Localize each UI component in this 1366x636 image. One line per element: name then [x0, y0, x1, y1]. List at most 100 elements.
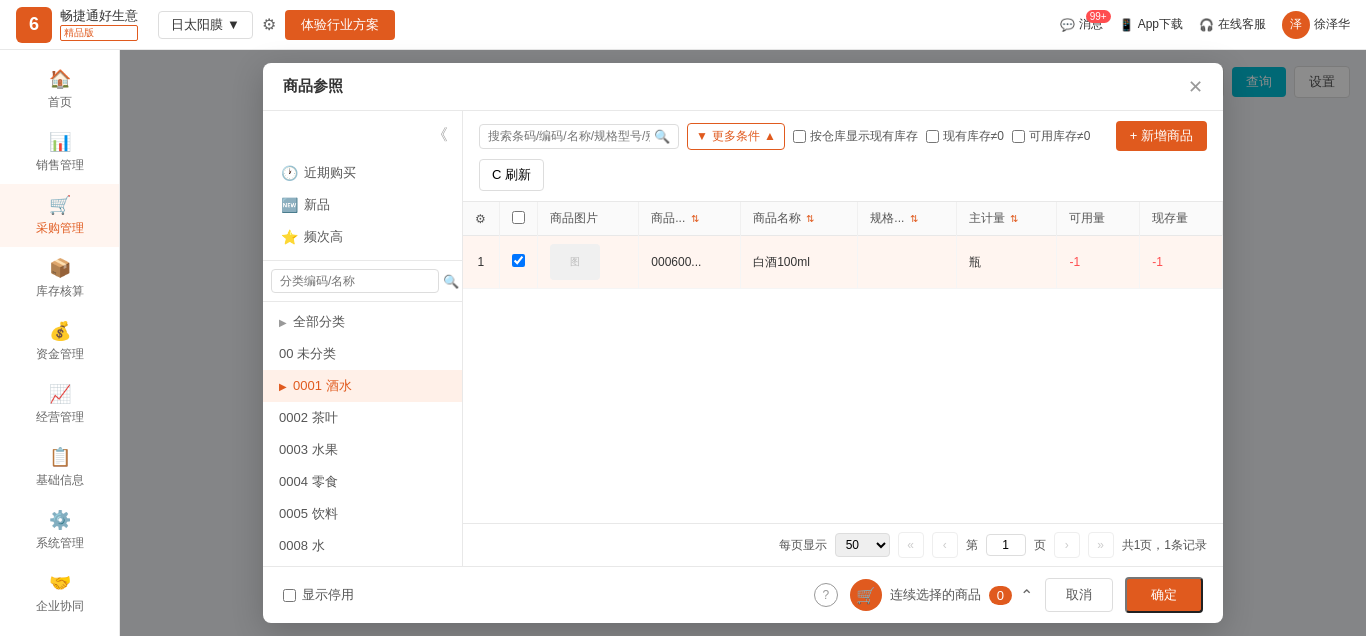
- refresh-button[interactable]: C 刷新: [479, 159, 544, 191]
- cart-label: 连续选择的商品: [890, 586, 981, 604]
- filter-bar: 🔍 ▼ 更多条件 ▲ 按仓库显示现有库存: [463, 111, 1223, 202]
- cell-img: 图: [537, 236, 639, 289]
- show-disabled-checkbox[interactable]: 显示停用: [283, 586, 354, 604]
- cell-code: 000600...: [639, 236, 741, 289]
- sidebar-item-cooperation[interactable]: 🤝 企业协同: [0, 562, 119, 625]
- add-product-button[interactable]: + 新增商品: [1116, 121, 1207, 151]
- table-row[interactable]: 1 图 000600... 白酒100ml 瓶 -1 -1: [463, 236, 1223, 289]
- collapse-left-panel-button[interactable]: 《: [426, 119, 454, 152]
- category-0001[interactable]: ▶ 0001 酒水: [263, 370, 462, 402]
- first-page-button[interactable]: «: [898, 532, 924, 558]
- category-0002[interactable]: 0002 茶叶: [263, 402, 462, 434]
- filter-more-label: 更多条件: [712, 128, 760, 145]
- cart-icon[interactable]: 🛒: [850, 579, 882, 611]
- product-image: 图: [550, 244, 600, 280]
- help-icon[interactable]: ?: [814, 583, 838, 607]
- sidebar-item-home[interactable]: 🏠 首页: [0, 58, 119, 121]
- service-item[interactable]: 🎧 在线客服: [1199, 16, 1266, 33]
- category-label: 0004 零食: [279, 473, 338, 491]
- th-checkbox: [499, 202, 537, 236]
- category-search-icon[interactable]: 🔍: [443, 274, 459, 289]
- cell-name: 白酒100ml: [741, 236, 858, 289]
- sort-icon: ⇅: [806, 213, 814, 224]
- confirm-button[interactable]: 确定: [1125, 577, 1203, 613]
- cell-check[interactable]: [499, 236, 537, 289]
- sidebar-item-inventory[interactable]: 📦 库存核算: [0, 247, 119, 310]
- last-page-button[interactable]: »: [1088, 532, 1114, 558]
- sidebar: 🏠 首页 📊 销售管理 🛒 采购管理 📦 库存核算 💰 资金管理 📈 经营管理 …: [0, 50, 120, 636]
- filter-icon: ▼: [696, 129, 708, 143]
- th-product-name[interactable]: 商品名称 ⇅: [741, 202, 858, 236]
- store-selector[interactable]: 日太阳膜 ▼: [158, 11, 253, 39]
- sidebar-item-system[interactable]: ⚙️ 系统管理: [0, 499, 119, 562]
- next-page-button[interactable]: ›: [1054, 532, 1080, 558]
- category-0005[interactable]: 0005 饮料: [263, 498, 462, 530]
- category-0008[interactable]: 0008 水: [263, 530, 462, 562]
- select-all-checkbox[interactable]: [512, 211, 525, 224]
- th-product-code[interactable]: 商品... ⇅: [639, 202, 741, 236]
- collapse-icon[interactable]: ⌃: [1020, 586, 1033, 605]
- quick-tab-recent[interactable]: 🕐 近期购买: [271, 158, 454, 188]
- sidebar-item-business[interactable]: 📈 经营管理: [0, 373, 119, 436]
- page-number-input[interactable]: [986, 534, 1026, 556]
- search-icon[interactable]: 🔍: [654, 129, 670, 144]
- modal-body: 《 🕐 近期购买 🆕 新品 ⭐: [263, 111, 1223, 566]
- category-label: 0005 饮料: [279, 505, 338, 523]
- sidebar-item-sales[interactable]: 📊 销售管理: [0, 121, 119, 184]
- modal-close-button[interactable]: ✕: [1188, 78, 1203, 96]
- message-nav-item[interactable]: 💬 消息 99+: [1060, 16, 1103, 33]
- sidebar-item-label: 基础信息: [36, 472, 84, 489]
- sidebar-item-guide[interactable]: 🌟 新手引导: [0, 625, 119, 636]
- clock-icon: 🕐: [281, 165, 298, 181]
- show-disabled-input[interactable]: [283, 589, 296, 602]
- th-spec[interactable]: 规格... ⇅: [858, 202, 956, 236]
- sidebar-item-finance[interactable]: 💰 资金管理: [0, 310, 119, 373]
- logo-text: 畅捷通好生意: [60, 8, 138, 25]
- product-search-input[interactable]: [488, 129, 650, 143]
- category-label: 全部分类: [293, 313, 345, 331]
- finance-icon: 💰: [49, 320, 71, 342]
- business-icon: 📈: [49, 383, 71, 405]
- th-settings[interactable]: ⚙: [463, 202, 499, 236]
- th-product-img: 商品图片: [537, 202, 639, 236]
- pagination-bar: 每页显示 50 10 20 100 « ‹ 第 页: [463, 523, 1223, 566]
- sales-icon: 📊: [49, 131, 71, 153]
- current-stock-checkbox[interactable]: 现有库存≠0: [926, 128, 1004, 145]
- prev-page-button[interactable]: ‹: [932, 532, 958, 558]
- available-stock-input[interactable]: [1012, 130, 1025, 143]
- sidebar-item-purchase[interactable]: 🛒 采购管理: [0, 184, 119, 247]
- cell-spec: [858, 236, 956, 289]
- sidebar-item-basic[interactable]: 📋 基础信息: [0, 436, 119, 499]
- settings-icon[interactable]: ⚙: [253, 9, 285, 41]
- warehouse-stock-checkbox[interactable]: 按仓库显示现有库存: [793, 128, 918, 145]
- user-item[interactable]: 泽 徐泽华: [1282, 11, 1350, 39]
- category-0003[interactable]: 0003 水果: [263, 434, 462, 466]
- cancel-button[interactable]: 取消: [1045, 578, 1113, 612]
- footer-right: ? 🛒 连续选择的商品 0 ⌃ 取消 确定: [814, 577, 1203, 613]
- trial-button[interactable]: 体验行业方案: [285, 10, 395, 40]
- page-size-select[interactable]: 50 10 20 100: [835, 533, 890, 557]
- service-label: 在线客服: [1218, 16, 1266, 33]
- current-stock-input[interactable]: [926, 130, 939, 143]
- star-icon: ⭐: [281, 229, 298, 245]
- th-unit[interactable]: 主计量 ⇅: [956, 202, 1057, 236]
- category-all[interactable]: ▶ 全部分类: [263, 306, 462, 338]
- category-0004[interactable]: 0004 零食: [263, 466, 462, 498]
- app-download-item[interactable]: 📱 App下载: [1119, 16, 1183, 33]
- quick-tabs: 《 🕐 近期购买 🆕 新品 ⭐: [263, 111, 462, 261]
- quick-tab-new[interactable]: 🆕 新品: [271, 190, 454, 220]
- warehouse-stock-input[interactable]: [793, 130, 806, 143]
- category-label: 0003 水果: [279, 441, 338, 459]
- available-stock-checkbox[interactable]: 可用库存≠0: [1012, 128, 1090, 145]
- table-header-row: ⚙ 商品图片 商品...: [463, 202, 1223, 236]
- cell-index: 1: [463, 236, 499, 289]
- quick-tab-frequent[interactable]: ⭐ 频次高: [271, 222, 454, 252]
- selected-count-badge: 0: [989, 586, 1012, 605]
- category-00[interactable]: 00 未分类: [263, 338, 462, 370]
- th-available: 可用量: [1057, 202, 1140, 236]
- category-label: 0001 酒水: [293, 377, 352, 395]
- cell-stock: -1: [1140, 236, 1223, 289]
- category-search-input[interactable]: [271, 269, 439, 293]
- filter-more-button[interactable]: ▼ 更多条件 ▲: [687, 123, 785, 150]
- sidebar-item-label: 资金管理: [36, 346, 84, 363]
